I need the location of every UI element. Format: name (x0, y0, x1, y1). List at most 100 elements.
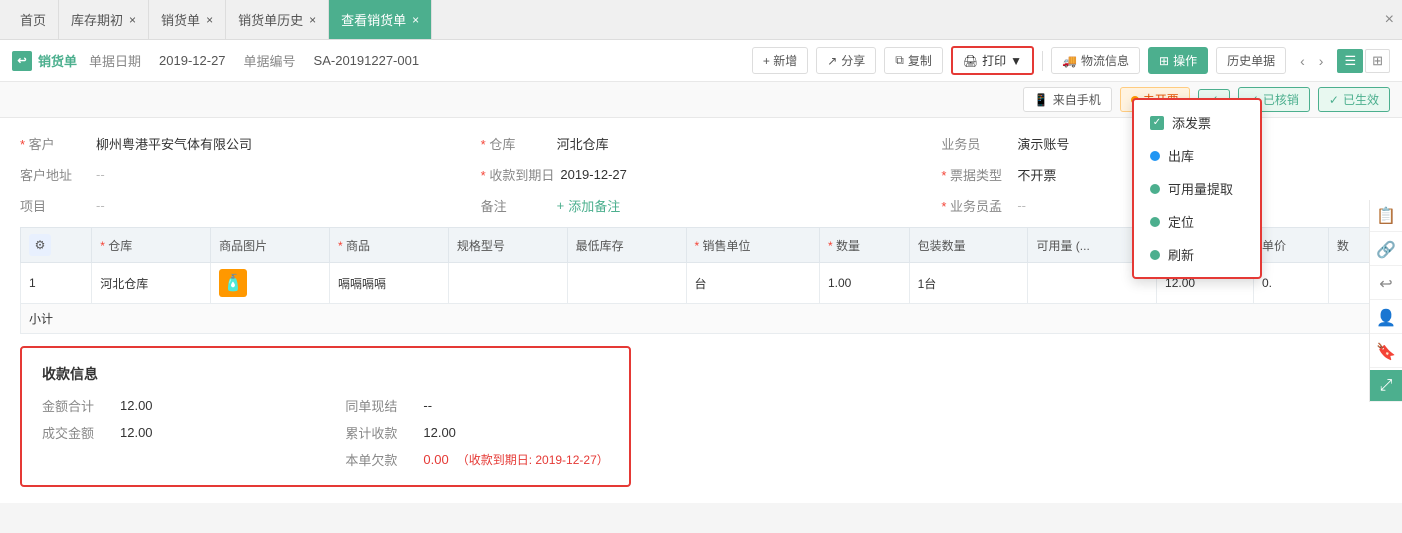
ticket-type-label: 票据类型 (941, 165, 1011, 184)
deal-amount-row: 成交金额 12.00 (42, 423, 305, 442)
right-icon-1[interactable]: 📋 (1370, 200, 1402, 232)
product-col-header: 商品 (329, 228, 448, 263)
remark-label: 备注 (481, 196, 551, 215)
logistics-button[interactable]: 🚚 物流信息 (1051, 47, 1140, 74)
share-icon: ↗ (827, 54, 837, 68)
effective-button[interactable]: ✓ 已生效 (1318, 87, 1390, 112)
unit-col-header: 销售单位 (686, 228, 819, 263)
locate-item[interactable]: 定位 (1134, 205, 1260, 238)
salesperson-value: -- (1017, 198, 1026, 213)
same-order-value: -- (423, 398, 432, 413)
tab-inventory[interactable]: 库存期初 × (59, 0, 149, 39)
right-icon-3[interactable]: ↩ (1370, 268, 1402, 300)
warehouse-col-header: 仓库 (92, 228, 211, 263)
warehouse-value: 河北仓库 (557, 134, 609, 153)
row-unitprice: 0. (1253, 263, 1328, 304)
outbound-item[interactable]: 出库 (1134, 139, 1260, 172)
cumulative-value: 12.00 (423, 425, 456, 440)
address-group: 客户地址 -- (20, 165, 461, 184)
row-quantity: 1.00 (819, 263, 909, 304)
row-image: 🧴 (211, 263, 330, 304)
right-icon-2[interactable]: 🔗 (1370, 234, 1402, 266)
address-label: 客户地址 (20, 165, 90, 184)
project-value: -- (96, 198, 105, 213)
share-button[interactable]: ↗ 分享 (816, 47, 876, 74)
salesperson-label: 业务员孟 (941, 196, 1011, 215)
refresh-item[interactable]: 刷新 (1134, 238, 1260, 271)
row-num: 1 (21, 263, 92, 304)
mobile-icon: 📱 (1034, 93, 1049, 107)
prev-arrow[interactable]: ‹ (1294, 50, 1311, 72)
print-dropdown-icon: ▼ (1010, 54, 1022, 68)
add-remark-link[interactable]: + 添加备注 (557, 196, 621, 215)
from-mobile-button[interactable]: 📱 来自手机 (1023, 87, 1112, 112)
staff-value: 演示账号 (1017, 134, 1069, 153)
balance-label: 本单欠款 (345, 450, 415, 469)
warehouse-group: 仓库 河北仓库 (481, 134, 922, 153)
view-toggle: ☰ ⊞ (1337, 49, 1390, 73)
history-button[interactable]: 历史单据 (1216, 47, 1286, 74)
doc-type-title: ↩ 销货单 (12, 51, 77, 71)
document-header: ↩ 销货单 单据日期 2019-12-27 单据编号 SA-20191227-0… (0, 40, 1402, 82)
close-tab-inventory[interactable]: × (129, 13, 136, 27)
balance-value: 0.00 (423, 452, 448, 467)
payment-date-group: 收款到期日 2019-12-27 (481, 165, 922, 184)
staff-label: 业务员 (941, 134, 1011, 153)
tab-home[interactable]: 首页 (8, 0, 59, 39)
plus-icon: + (557, 198, 565, 213)
settings-col-header: ⚙ (21, 228, 92, 263)
refresh-dot (1150, 250, 1160, 260)
right-icon-5[interactable]: 🔖 (1370, 336, 1402, 368)
payment-title: 收款信息 (42, 364, 609, 384)
payment-grid: 金额合计 12.00 同单现结 -- 成交金额 12.00 累计收款 12.00… (42, 396, 609, 469)
project-label: 项目 (20, 196, 90, 215)
tab-view-sales[interactable]: 查看销货单 × (329, 0, 432, 39)
cumulative-label: 累计收款 (345, 423, 415, 442)
close-tab-history[interactable]: × (309, 13, 316, 27)
available-dot (1150, 184, 1160, 194)
copy-icon: ⧉ (895, 53, 904, 68)
payment-date-label: 收款到期日 (481, 165, 555, 184)
warehouse-label: 仓库 (481, 134, 551, 153)
deal-amount-label: 成交金额 (42, 423, 112, 442)
print-button[interactable]: 🖨 打印 ▼ (951, 46, 1034, 75)
locate-dot (1150, 217, 1160, 227)
tab-sales[interactable]: 销货单 × (149, 0, 226, 39)
nav-arrows: ‹ › (1294, 50, 1329, 72)
row-packqty: 1台 (909, 263, 1028, 304)
product-image: 🧴 (219, 269, 247, 297)
list-view-button[interactable]: ☰ (1337, 49, 1363, 73)
customer-label: 客户 (20, 134, 90, 153)
tab-history[interactable]: 销货单历史 × (226, 0, 329, 39)
doc-actions: + 新增 ↗ 分享 ⧉ 复制 🖨 打印 ▼ 🚚 物流信息 ⊞ 操作 历史单据 ‹… (752, 46, 1390, 75)
close-tab-view[interactable]: × (412, 13, 419, 27)
settings-icon[interactable]: ⚙ (29, 234, 51, 256)
invoice-checkbox[interactable] (1150, 116, 1164, 130)
next-arrow[interactable]: › (1313, 50, 1330, 72)
available-extract-item[interactable]: 可用量提取 (1134, 172, 1260, 205)
close-window-button[interactable]: × (1385, 11, 1394, 29)
outbound-dot (1150, 151, 1160, 161)
unitprice-col-header: 单价 (1253, 228, 1328, 263)
add-invoice-item[interactable]: 添发票 (1134, 106, 1260, 139)
packqty-col-header: 包装数量 (909, 228, 1028, 263)
operate-button[interactable]: ⊞ 操作 (1148, 47, 1208, 74)
same-order-row: 同单现结 -- (345, 396, 608, 415)
available-extract-label: 可用量提取 (1168, 179, 1233, 198)
no-value: SA-20191227-001 (314, 53, 420, 68)
right-icon-6[interactable]: ⤢ (1370, 370, 1402, 402)
separator (1042, 51, 1043, 71)
copy-button[interactable]: ⧉ 复制 (884, 47, 943, 74)
add-button[interactable]: + 新增 (752, 47, 808, 74)
grid-view-button[interactable]: ⊞ (1365, 49, 1390, 73)
effective-check-icon: ✓ (1329, 93, 1339, 107)
print-icon: 🖨 (963, 54, 978, 68)
row-warehouse: 河北仓库 (92, 263, 211, 304)
grid-icon: ⊞ (1159, 54, 1169, 68)
close-tab-sales[interactable]: × (206, 13, 213, 27)
right-icon-4[interactable]: 👤 (1370, 302, 1402, 334)
address-value: -- (96, 167, 105, 182)
locate-label: 定位 (1168, 212, 1194, 231)
amount-total-row: 金额合计 12.00 (42, 396, 305, 415)
logistics-icon: 🚚 (1062, 54, 1077, 68)
